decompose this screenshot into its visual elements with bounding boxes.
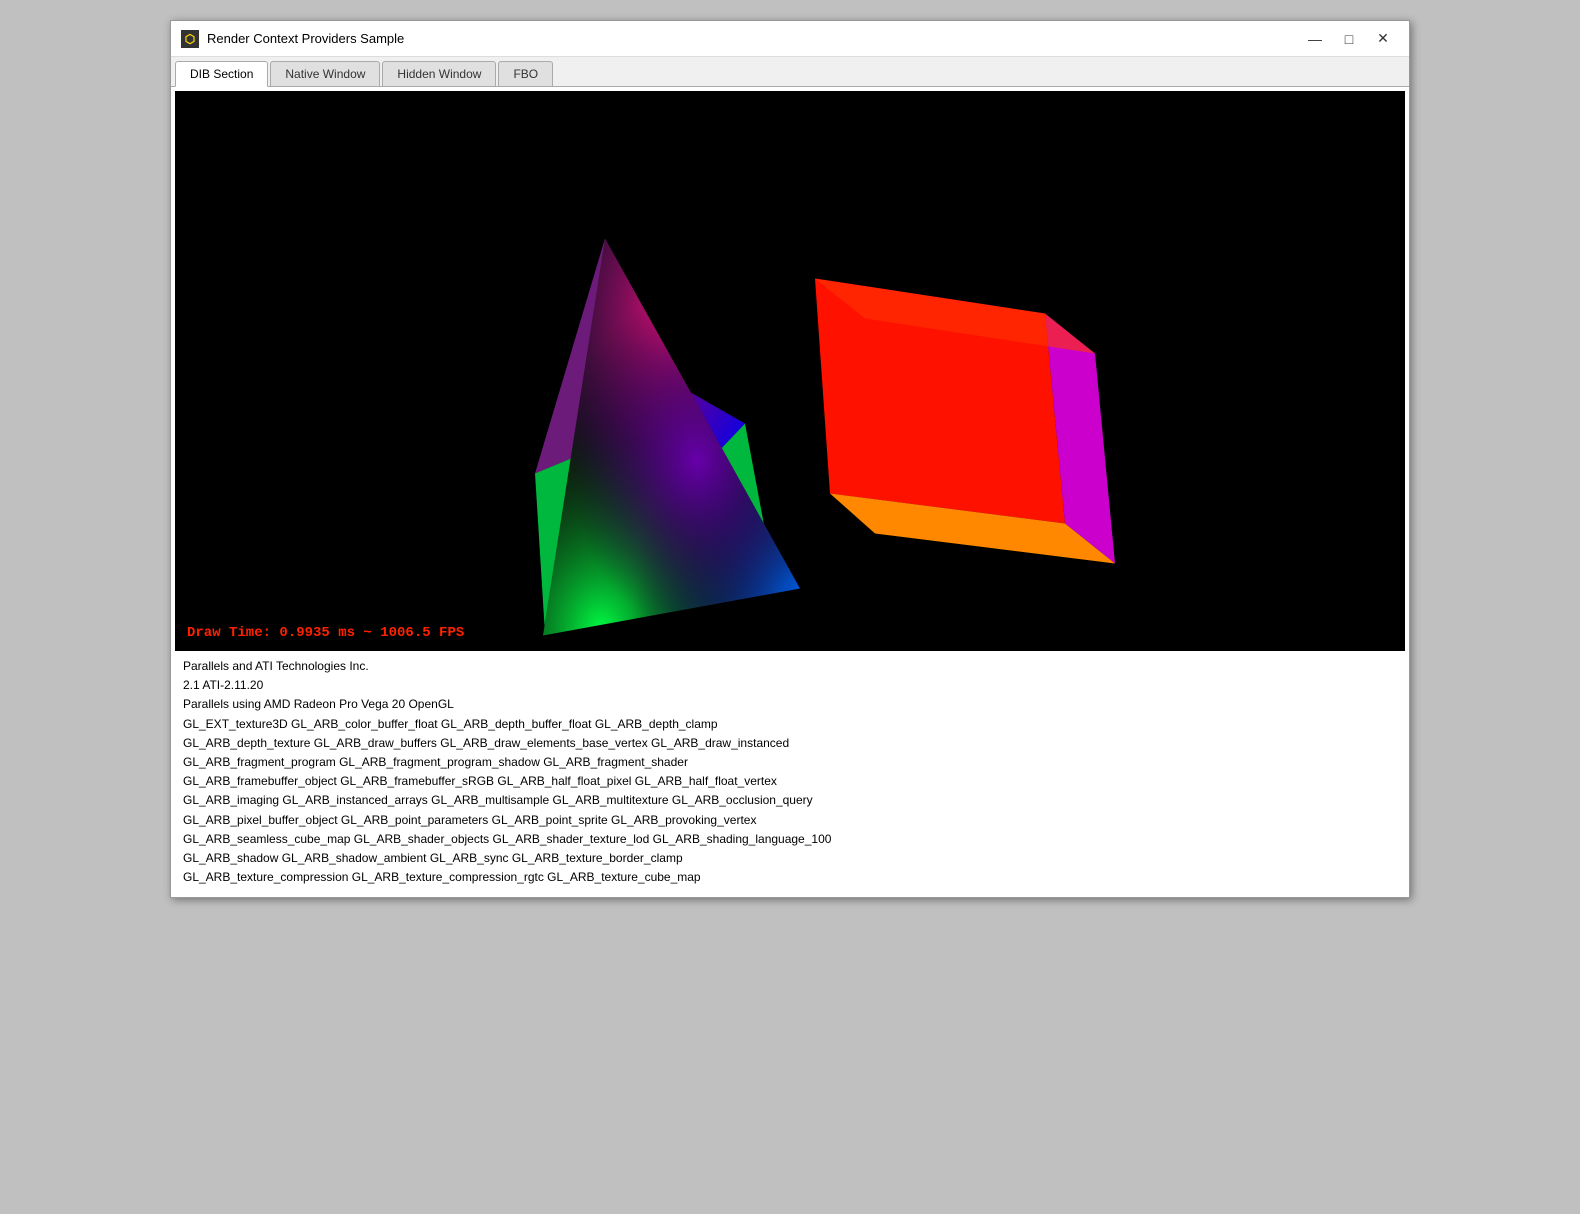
title-bar-left: ⬡ Render Context Providers Sample (181, 30, 404, 48)
tab-fbo[interactable]: FBO (498, 61, 553, 86)
window-title: Render Context Providers Sample (207, 31, 404, 46)
info-line-1: Parallels and ATI Technologies Inc. (183, 657, 1397, 676)
info-line-5: GL_ARB_depth_texture GL_ARB_draw_buffers… (183, 734, 1397, 753)
maximize-button[interactable]: □ (1333, 27, 1365, 51)
minimize-button[interactable]: — (1299, 27, 1331, 51)
title-bar: ⬡ Render Context Providers Sample — □ ✕ (171, 21, 1409, 57)
info-line-2: 2.1 ATI-2.11.20 (183, 676, 1397, 695)
main-window: ⬡ Render Context Providers Sample — □ ✕ … (170, 20, 1410, 898)
info-section: Parallels and ATI Technologies Inc. 2.1 … (175, 651, 1405, 893)
app-icon: ⬡ (181, 30, 199, 48)
info-line-3: Parallels using AMD Radeon Pro Vega 20 O… (183, 695, 1397, 714)
info-line-4: GL_EXT_texture3D GL_ARB_color_buffer_flo… (183, 715, 1397, 734)
tab-dib-section[interactable]: DIB Section (175, 61, 268, 87)
window-controls: — □ ✕ (1299, 27, 1399, 51)
info-line-8: GL_ARB_imaging GL_ARB_instanced_arrays G… (183, 791, 1397, 810)
gl-canvas-area: Draw Time: 0.9935 ms ~ 1006.5 FPS (175, 91, 1405, 651)
info-line-7: GL_ARB_framebuffer_object GL_ARB_framebu… (183, 772, 1397, 791)
content-area: Draw Time: 0.9935 ms ~ 1006.5 FPS Parall… (171, 87, 1409, 897)
info-line-12: GL_ARB_texture_compression GL_ARB_textur… (183, 868, 1397, 887)
gl-canvas-svg (175, 91, 1405, 651)
info-line-11: GL_ARB_shadow GL_ARB_shadow_ambient GL_A… (183, 849, 1397, 868)
info-line-9: GL_ARB_pixel_buffer_object GL_ARB_point_… (183, 811, 1397, 830)
info-line-10: GL_ARB_seamless_cube_map GL_ARB_shader_o… (183, 830, 1397, 849)
close-button[interactable]: ✕ (1367, 27, 1399, 51)
info-line-6: GL_ARB_fragment_program GL_ARB_fragment_… (183, 753, 1397, 772)
tab-bar: DIB Section Native Window Hidden Window … (171, 57, 1409, 87)
tab-hidden-window[interactable]: Hidden Window (382, 61, 496, 86)
tab-native-window[interactable]: Native Window (270, 61, 380, 86)
fps-display: Draw Time: 0.9935 ms ~ 1006.5 FPS (187, 625, 464, 641)
